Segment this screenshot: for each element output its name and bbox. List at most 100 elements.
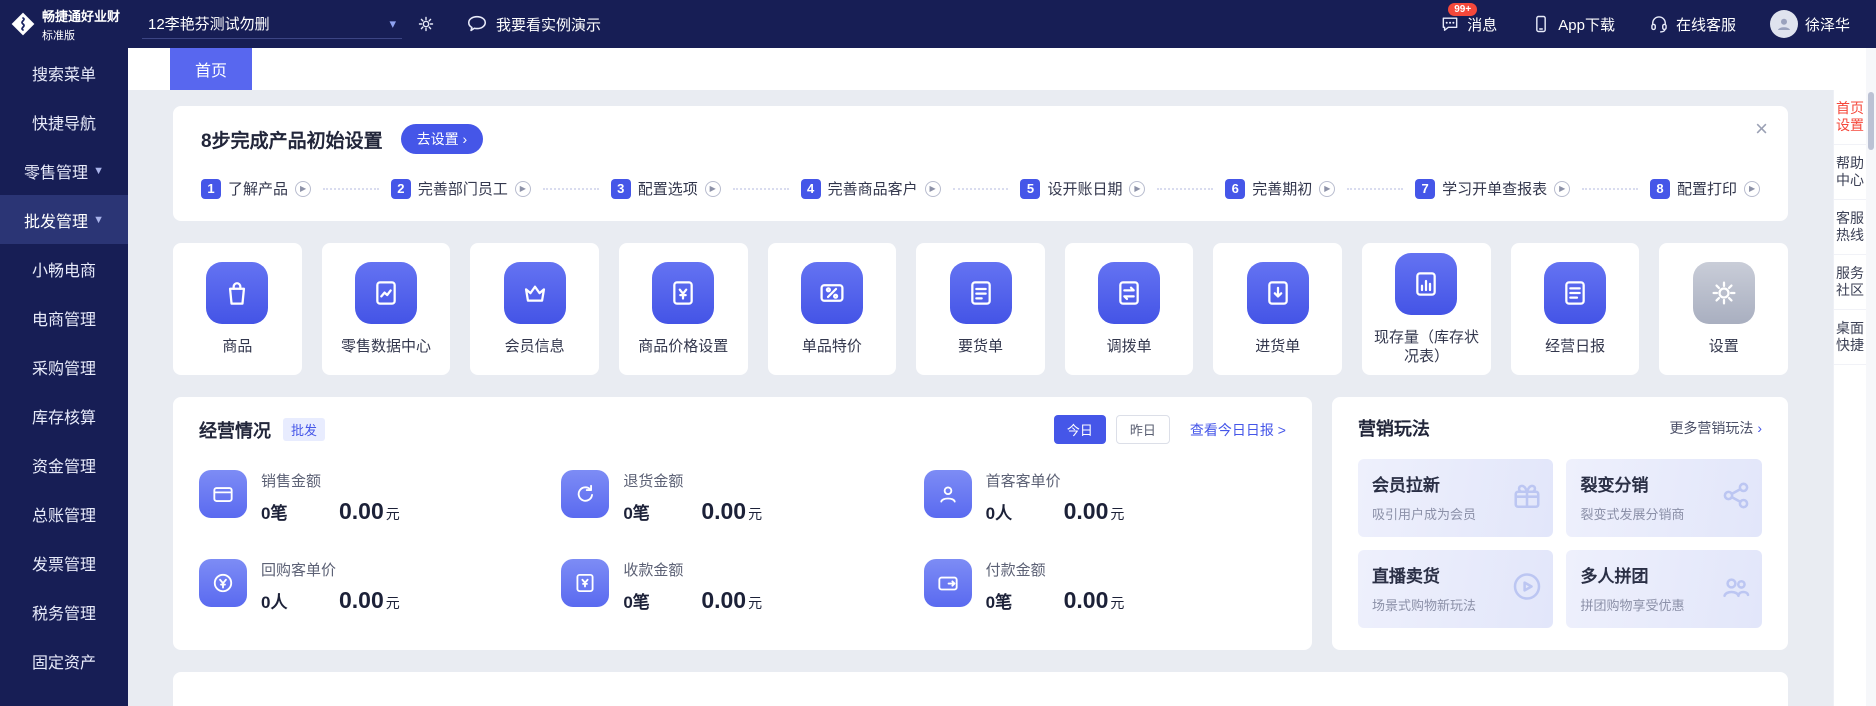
username: 徐泽华 [1804,16,1850,34]
daily-report-link[interactable]: 查看今日日报 > [1190,420,1286,440]
data-doc-icon [354,262,417,324]
step-connector [542,187,599,190]
sidebar-item-funds-mgmt[interactable]: 资金管理 [0,440,128,489]
right-rail: 首页设置 帮助中心 客服热线 服务社区 桌面快捷 [1833,90,1866,706]
rail-tab-service-community[interactable]: 服务社区 [1834,255,1866,310]
scrollbar-thumb[interactable] [1868,92,1874,150]
business-overview-panel: 经营情况 批发 今日 昨日 查看今日日报 > 销售金额 0笔 0.00 元 退货… [173,397,1312,650]
step-label: 完善商品客户 [827,181,918,198]
app-label: 设置 [1708,338,1739,355]
marketing-card-group-buying[interactable]: 多人拼团 拼团购物享受优惠 [1566,550,1762,628]
setup-step-3[interactable]: 3 配置选项 ▶ [610,178,721,199]
today-button[interactable]: 今日 [1053,415,1106,444]
app-stock-on-hand[interactable]: 现存量（库存状况表） [1362,243,1491,375]
play-video-icon[interactable]: ▶ [295,180,312,197]
app-goods-request-order[interactable]: 要货单 [916,243,1045,375]
tabbar: 首页 [128,48,1866,90]
demo-link[interactable]: 我要看实例演示 [466,13,601,35]
app-member-info[interactable]: 会员信息 [470,243,599,375]
sidebar-item-search-menu[interactable]: 搜索菜单 [0,48,128,97]
app-download-label: App下载 [1558,16,1615,34]
setup-step-8[interactable]: 8 配置打印 ▶ [1650,178,1761,199]
app-goods[interactable]: 商品 [173,243,302,375]
metric-unit: 元 [1110,595,1125,611]
chevron-down-icon: ▾ [389,15,396,31]
play-video-icon[interactable]: ▶ [924,180,941,197]
step-number: 4 [800,178,821,199]
setup-step-2[interactable]: 2 完善部门员工 ▶ [390,178,531,199]
tab-home[interactable]: 首页 [170,48,252,90]
rail-tab-help-center[interactable]: 帮助中心 [1834,145,1866,200]
marketing-card-live-selling[interactable]: 直播卖货 场景式购物新玩法 [1357,550,1554,628]
rail-tab-home-settings[interactable]: 首页设置 [1834,90,1866,145]
org-selector[interactable]: 12李艳芬测试勿删 ▾ [142,9,402,39]
metric-unit: 元 [385,506,400,522]
sidebar-item-wholesale-mgmt[interactable]: 批发管理 ▼ [0,195,128,244]
sidebar-item-purchase-mgmt[interactable]: 采购管理 [0,342,128,391]
close-icon[interactable]: × [1755,118,1768,140]
rail-tab-desktop-shortcut[interactable]: 桌面快捷 [1834,310,1866,365]
wholesale-tag: 批发 [283,418,326,441]
setup-step-6[interactable]: 6 完善期初 ▶ [1225,178,1336,199]
setup-step-4[interactable]: 4 完善商品客户 ▶ [800,178,941,199]
topbar: 畅捷通好业财 标准版 12李艳芬测试勿删 ▾ 我要看实例演示 99+ 消息 Ap… [0,0,1876,48]
rail-tab-service-hotline[interactable]: 客服热线 [1834,200,1866,255]
app-transfer-order[interactable]: 调拨单 [1064,243,1194,375]
app-label: 商品价格设置 [638,338,729,355]
price-doc-icon [652,262,715,324]
metric-count: 0笔 [623,593,650,612]
marketing-card-fission-distribution[interactable]: 裂变分销 裂变式发展分销商 [1566,459,1762,537]
more-marketing-link[interactable]: 更多营销玩法 › [1669,418,1762,438]
percent-icon [800,262,863,324]
setup-step-5[interactable]: 5 设开账日期 ▶ [1020,178,1146,199]
sidebar-item-quick-nav[interactable]: 快捷导航 [0,97,128,146]
play-video-icon[interactable]: ▶ [1744,180,1761,197]
messages-button[interactable]: 99+ 消息 [1440,2,1497,35]
metric-count: 0笔 [261,504,288,523]
step-label: 完善部门员工 [417,181,508,198]
play-video-icon[interactable]: ▶ [1554,180,1571,197]
step-label: 设开账日期 [1047,181,1123,198]
setup-step-7[interactable]: 7 学习开单查报表 ▶ [1415,178,1571,199]
org-settings-gear-icon[interactable] [416,14,436,34]
sidebar-item-xiaochang-ecom[interactable]: 小畅电商 [0,244,128,293]
sidebar-item-tax-mgmt[interactable]: 税务管理 [0,587,128,636]
online-support-button[interactable]: 在线客服 [1649,14,1736,35]
sidebar-item-invoice-mgmt[interactable]: 发票管理 [0,538,128,587]
sidebar-item-fixed-assets[interactable]: 固定资产 [0,636,128,685]
app-download-button[interactable]: App下载 [1531,14,1615,35]
sidebar-item-retail-mgmt[interactable]: 零售管理 ▼ [0,146,128,195]
app-retail-data-center[interactable]: 零售数据中心 [321,243,451,375]
play-video-icon[interactable]: ▶ [1129,180,1146,197]
app-label: 会员信息 [504,338,565,355]
sidebar-item-label: 零售管理 [24,164,89,182]
sidebar-item-ecom-mgmt[interactable]: 电商管理 [0,293,128,342]
yesterday-button[interactable]: 昨日 [1115,415,1170,444]
app-purchase-order[interactable]: 进货单 [1213,243,1343,375]
metric-repurchase-price: 回购客单价 0人 0.00 元 [199,559,561,614]
user-menu[interactable]: 徐泽华 [1769,10,1850,38]
vertical-scrollbar[interactable] [1866,48,1876,706]
sidebar-item-general-ledger[interactable]: 总账管理 [0,489,128,538]
app-special-price[interactable]: 单品特价 [767,243,897,375]
app-label: 经营日报 [1545,338,1606,355]
app-daily-report[interactable]: 经营日报 [1510,243,1640,375]
go-setup-button[interactable]: 去设置 › [400,124,484,154]
marketing-card-member-acquisition[interactable]: 会员拉新 吸引用户成为会员 [1357,459,1554,537]
step-connector [1157,187,1214,190]
metric-count: 0笔 [623,504,650,523]
step-connector [952,187,1009,190]
sidebar-item-inventory-accounting[interactable]: 库存核算 [0,391,128,440]
app-price-settings[interactable]: 商品价格设置 [618,243,748,375]
group-icon [1718,569,1754,610]
app-settings[interactable]: 设置 [1659,243,1789,375]
refund-icon [561,470,610,518]
step-number: 6 [1225,178,1246,199]
play-video-icon[interactable]: ▶ [1319,180,1336,197]
setup-step-1[interactable]: 1 了解产品 ▶ [201,178,312,199]
play-video-icon[interactable]: ▶ [704,180,721,197]
play-video-icon[interactable]: ▶ [514,180,531,197]
metric-label: 退货金额 [623,473,684,490]
sidebar-item-label: 库存核算 [31,409,96,427]
first-customer-icon [923,470,972,518]
